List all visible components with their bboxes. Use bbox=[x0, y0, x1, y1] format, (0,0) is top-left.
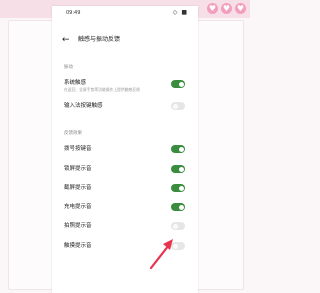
toggle-lockscreen-tone[interactable] bbox=[171, 165, 185, 173]
section-label-vibration: 振动 bbox=[64, 65, 73, 70]
back-arrow-icon[interactable]: ← bbox=[62, 34, 70, 46]
row-title-touch-tone: 触摸提示音 bbox=[64, 243, 92, 249]
row-subtitle-system-haptics: 在返回、全屏手势等功能操作上提供触感反馈 bbox=[64, 87, 140, 92]
row-title-charging-tone: 充电提示音 bbox=[64, 204, 92, 210]
row-title-keyboard-haptics: 输入法按键触感 bbox=[64, 103, 103, 109]
row-title-system-haptics: 系统触感 bbox=[64, 80, 87, 86]
toggle-screenshot-tone[interactable] bbox=[171, 184, 185, 192]
heart-icon: ♥ bbox=[207, 3, 218, 14]
heart-icon: ♥ bbox=[221, 3, 232, 14]
heart-icon: ♥ bbox=[235, 3, 246, 14]
toggle-charging-tone[interactable] bbox=[171, 203, 185, 211]
status-icons: ◇ ■ bbox=[172, 9, 188, 16]
status-time: 09:49 bbox=[66, 10, 81, 16]
status-bar: 09:49 ◇ ■ bbox=[52, 6, 198, 20]
toggle-dialpad-tone[interactable] bbox=[171, 145, 185, 153]
toggle-keyboard-haptics[interactable] bbox=[171, 102, 185, 110]
section-label-feedback: 反馈效果 bbox=[64, 131, 82, 136]
heart-decorations: ♥ ♥ ♥ bbox=[207, 3, 246, 14]
page-title: 触感与振动反馈 bbox=[78, 36, 121, 43]
page-header: ← 触感与振动反馈 bbox=[52, 34, 198, 48]
row-title-lockscreen-tone: 锁屏提示音 bbox=[64, 166, 92, 172]
row-title-screenshot-tone: 截屏提示音 bbox=[64, 185, 92, 191]
toggle-camera-tone[interactable] bbox=[171, 222, 185, 230]
row-title-dialpad-tone: 拨号按键音 bbox=[64, 146, 92, 152]
annotation-arrow-icon bbox=[149, 239, 173, 270]
toggle-system-haptics[interactable] bbox=[171, 80, 185, 88]
row-title-camera-tone: 拍照提示音 bbox=[64, 223, 92, 229]
